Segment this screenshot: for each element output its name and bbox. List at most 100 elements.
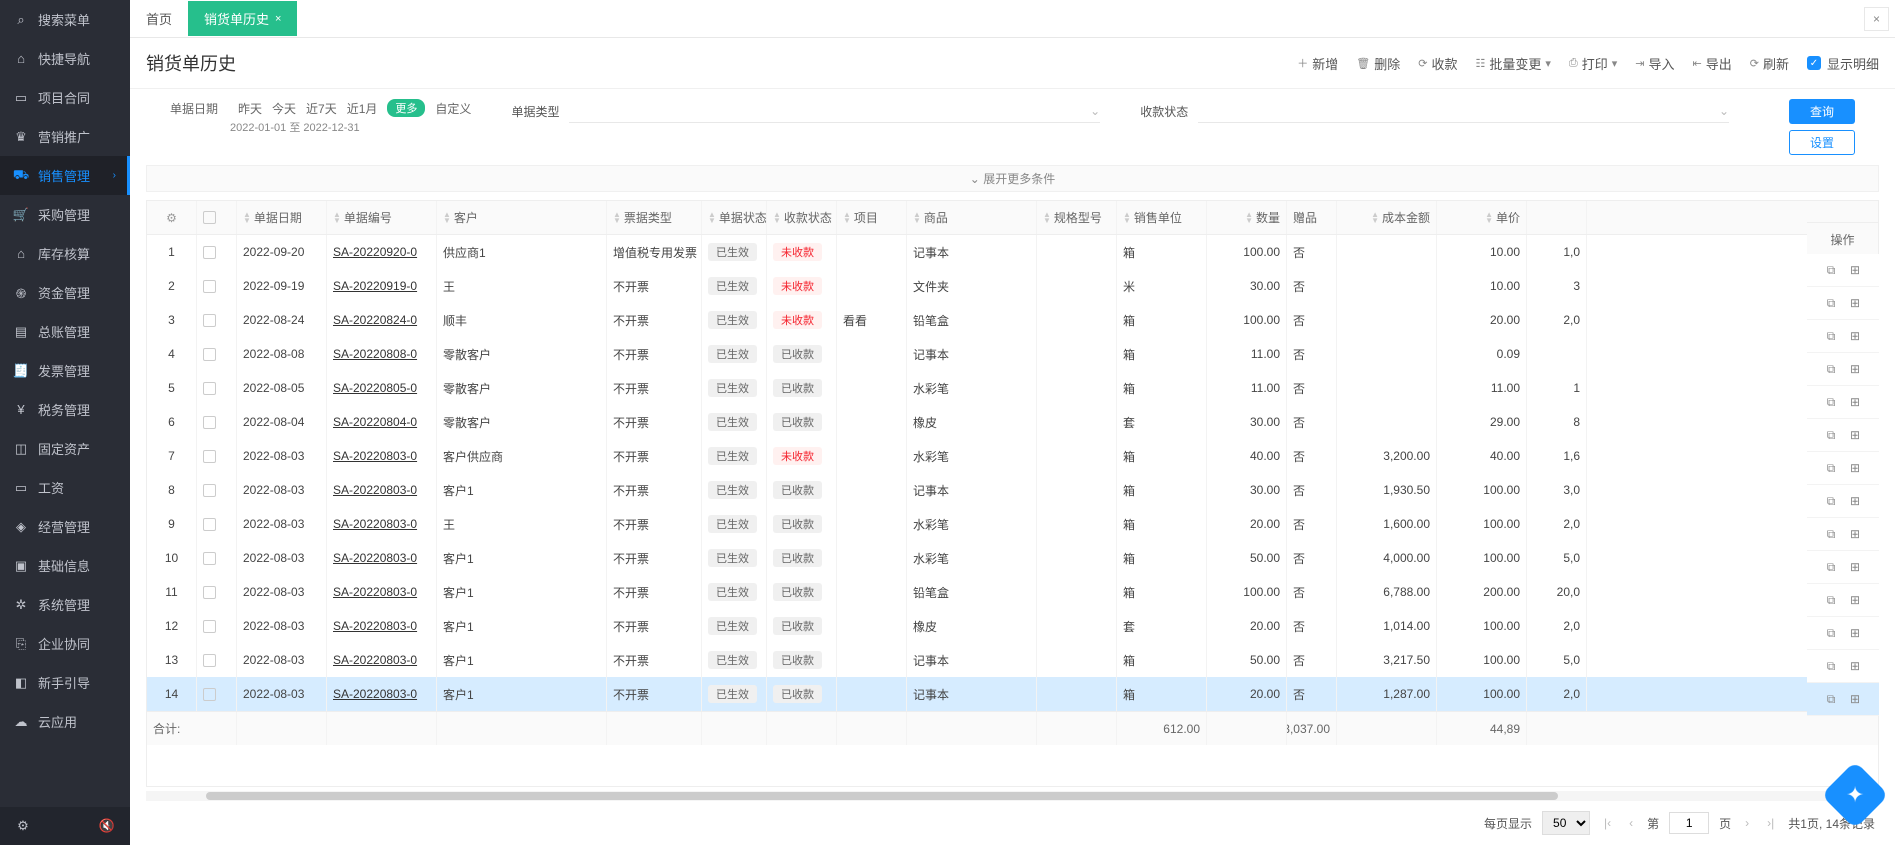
- table-row[interactable]: 32022-08-24SA-20220824-0顺丰不开票已生效未收款看看铅笔盒…: [147, 303, 1878, 337]
- col-inv[interactable]: 票据类型: [607, 201, 702, 234]
- row-checkbox[interactable]: [203, 586, 216, 599]
- collect-select[interactable]: ⌄: [1198, 99, 1729, 123]
- add-button[interactable]: ＋新增: [1297, 54, 1338, 73]
- sidebar-item-3[interactable]: ♛营销推广: [0, 117, 130, 156]
- col-no[interactable]: 单据编号: [327, 201, 437, 234]
- search-button[interactable]: 查询: [1789, 99, 1855, 124]
- sidebar-item-9[interactable]: 🧾发票管理: [0, 351, 130, 390]
- last-page-icon[interactable]: ›|: [1763, 816, 1778, 830]
- more-icon[interactable]: ⊞: [1848, 461, 1862, 475]
- sidebar-item-13[interactable]: ◈经营管理: [0, 507, 130, 546]
- view-icon[interactable]: ⧉: [1824, 659, 1838, 673]
- prev-page-icon[interactable]: ‹: [1625, 816, 1637, 830]
- sidebar-item-0[interactable]: ⌕搜索菜单: [0, 0, 130, 39]
- table-row[interactable]: 42022-08-08SA-20220808-0零散客户不开票已生效已收款记事本…: [147, 337, 1878, 371]
- table-row[interactable]: 102022-08-03SA-20220803-0客户1不开票已生效已收款水彩笔…: [147, 541, 1878, 575]
- row-checkbox[interactable]: [203, 246, 216, 259]
- collect-button[interactable]: ⟳收款: [1418, 54, 1457, 73]
- more-icon[interactable]: ⊞: [1848, 593, 1862, 607]
- row-checkbox[interactable]: [203, 552, 216, 565]
- col-proj[interactable]: 项目: [837, 201, 907, 234]
- more-icon[interactable]: ⊞: [1848, 659, 1862, 673]
- more-icon[interactable]: ⊞: [1848, 395, 1862, 409]
- sidebar-item-7[interactable]: ֍资金管理: [0, 273, 130, 312]
- checkbox-all[interactable]: [203, 211, 216, 224]
- order-link[interactable]: SA-20220808-0: [333, 347, 417, 361]
- more-icon[interactable]: ⊞: [1848, 692, 1862, 706]
- per-page-select[interactable]: 50: [1542, 811, 1590, 835]
- table-row[interactable]: 22022-09-19SA-20220919-0王不开票已生效未收款文件夹米30…: [147, 269, 1878, 303]
- order-link[interactable]: SA-20220920-0: [333, 245, 417, 259]
- close-all-button[interactable]: ×: [1864, 7, 1889, 31]
- table-row[interactable]: 112022-08-03SA-20220803-0客户1不开票已生效已收款铅笔盒…: [147, 575, 1878, 609]
- view-icon[interactable]: ⧉: [1824, 626, 1838, 640]
- table-row[interactable]: 12022-09-20SA-20220920-0供应商1增值税专用发票已生效未收…: [147, 235, 1878, 269]
- view-icon[interactable]: ⧉: [1824, 593, 1838, 607]
- more-icon[interactable]: ⊞: [1848, 428, 1862, 442]
- tab-sales-history[interactable]: 销货单历史 ×: [188, 1, 297, 36]
- order-link[interactable]: SA-20220803-0: [333, 551, 417, 565]
- import-button[interactable]: ⇥导入: [1635, 54, 1674, 73]
- col-date[interactable]: 单据日期: [237, 201, 327, 234]
- more-icon[interactable]: ⊞: [1848, 263, 1862, 277]
- sidebar-item-16[interactable]: ⎘企业协同: [0, 624, 130, 663]
- more-icon[interactable]: ⊞: [1848, 626, 1862, 640]
- more-icon[interactable]: ⊞: [1848, 494, 1862, 508]
- sidebar-item-5[interactable]: 🛒采购管理: [0, 195, 130, 234]
- filter-settings-button[interactable]: 设置: [1789, 130, 1855, 155]
- more-icon[interactable]: ⊞: [1848, 329, 1862, 343]
- tab-home[interactable]: 首页: [130, 1, 188, 36]
- col-spec[interactable]: 规格型号: [1037, 201, 1117, 234]
- order-link[interactable]: SA-20220803-0: [333, 449, 417, 463]
- quick-more[interactable]: 更多: [387, 99, 425, 117]
- col-cost[interactable]: 成本金额: [1337, 201, 1437, 234]
- more-icon[interactable]: ⊞: [1848, 362, 1862, 376]
- print-button[interactable]: ⎙打印▾: [1569, 54, 1617, 73]
- view-icon[interactable]: ⧉: [1824, 494, 1838, 508]
- row-checkbox[interactable]: [203, 416, 216, 429]
- refresh-button[interactable]: ⟳刷新: [1750, 54, 1789, 73]
- table-row[interactable]: 62022-08-04SA-20220804-0零散客户不开票已生效已收款橡皮套…: [147, 405, 1878, 439]
- sidebar-item-18[interactable]: ☁云应用: [0, 702, 130, 741]
- col-price[interactable]: 单价: [1437, 201, 1527, 234]
- col-qty[interactable]: 数量: [1207, 201, 1287, 234]
- view-icon[interactable]: ⧉: [1824, 395, 1838, 409]
- table-row[interactable]: 142022-08-03SA-20220803-0客户1不开票已生效已收款记事本…: [147, 677, 1878, 711]
- table-row[interactable]: 52022-08-05SA-20220805-0零散客户不开票已生效已收款水彩笔…: [147, 371, 1878, 405]
- row-checkbox[interactable]: [203, 654, 216, 667]
- view-icon[interactable]: ⧉: [1824, 362, 1838, 376]
- order-link[interactable]: SA-20220803-0: [333, 653, 417, 667]
- close-icon[interactable]: ×: [275, 13, 281, 25]
- sidebar-item-1[interactable]: ⌂快捷导航: [0, 39, 130, 78]
- sidebar-item-2[interactable]: ▭项目合同: [0, 78, 130, 117]
- sidebar-item-17[interactable]: ◧新手引导: [0, 663, 130, 702]
- row-checkbox[interactable]: [203, 382, 216, 395]
- order-link[interactable]: SA-20220803-0: [333, 619, 417, 633]
- col-gift[interactable]: 赠品: [1287, 201, 1337, 234]
- settings-icon[interactable]: ⚙: [16, 819, 30, 833]
- detail-toggle[interactable]: ✓显示明细: [1807, 54, 1879, 73]
- row-checkbox[interactable]: [203, 450, 216, 463]
- order-link[interactable]: SA-20220824-0: [333, 313, 417, 327]
- scroll-thumb[interactable]: [206, 792, 1558, 800]
- table-row[interactable]: 92022-08-03SA-20220803-0王不开票已生效已收款水彩笔箱20…: [147, 507, 1878, 541]
- more-icon[interactable]: ⊞: [1848, 560, 1862, 574]
- order-link[interactable]: SA-20220803-0: [333, 687, 417, 701]
- table-row[interactable]: 82022-08-03SA-20220803-0客户1不开票已生效已收款记事本箱…: [147, 473, 1878, 507]
- row-checkbox[interactable]: [203, 620, 216, 633]
- row-checkbox[interactable]: [203, 280, 216, 293]
- view-icon[interactable]: ⧉: [1824, 692, 1838, 706]
- view-icon[interactable]: ⧉: [1824, 560, 1838, 574]
- view-icon[interactable]: ⧉: [1824, 329, 1838, 343]
- page-input[interactable]: [1669, 812, 1709, 834]
- row-checkbox[interactable]: [203, 314, 216, 327]
- row-checkbox[interactable]: [203, 348, 216, 361]
- table-row[interactable]: 132022-08-03SA-20220803-0客户1不开票已生效已收款记事本…: [147, 643, 1878, 677]
- type-select[interactable]: ⌄: [569, 99, 1100, 123]
- next-page-icon[interactable]: ›: [1741, 816, 1753, 830]
- col-stat[interactable]: 单据状态: [702, 201, 767, 234]
- view-icon[interactable]: ⧉: [1824, 461, 1838, 475]
- col-cust[interactable]: 客户: [437, 201, 607, 234]
- sidebar-item-8[interactable]: ▤总账管理: [0, 312, 130, 351]
- quick-custom[interactable]: 自定义: [435, 100, 471, 117]
